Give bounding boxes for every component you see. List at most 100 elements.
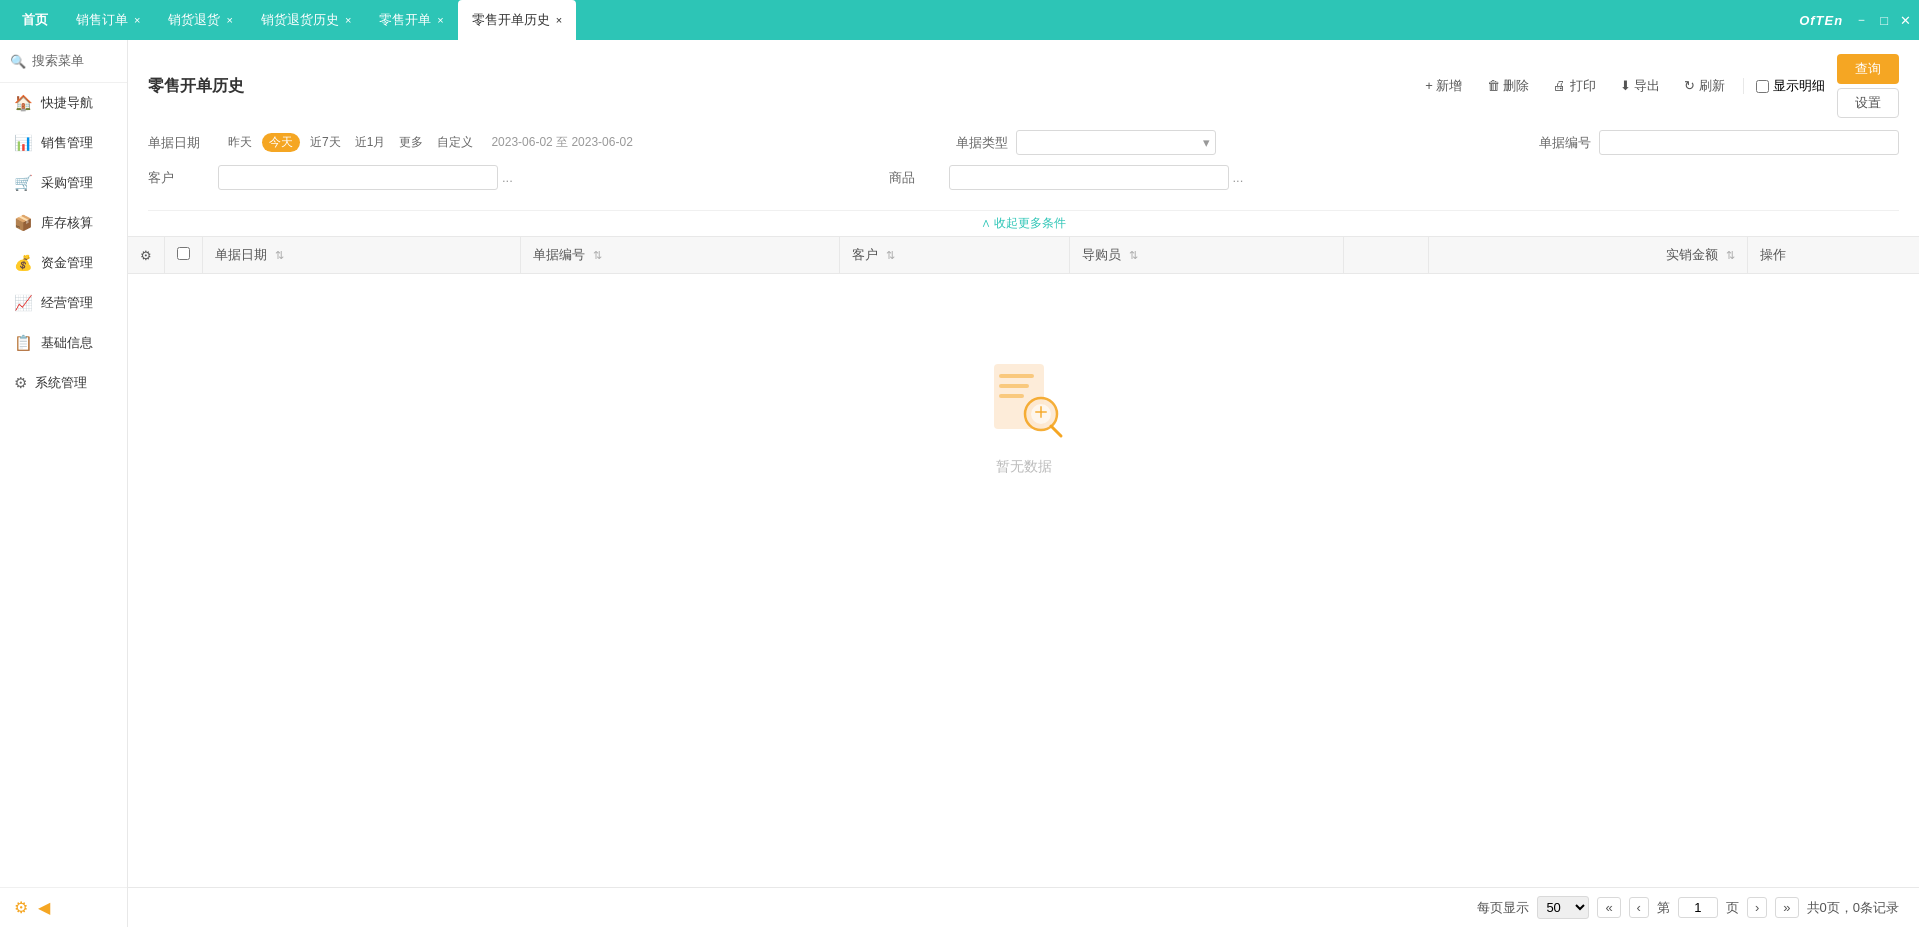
tab-retail-history-close[interactable]: × — [556, 14, 562, 26]
th-date-sort-icon[interactable]: ⇅ — [275, 249, 284, 261]
tab-retail-open-close[interactable]: × — [437, 14, 443, 26]
toolbar-divider — [1743, 78, 1744, 94]
sidebar-item-purchase-mgmt[interactable]: 🛒 采购管理 — [0, 163, 127, 203]
collapse-label: ∧ 收起更多条件 — [981, 216, 1066, 230]
date-btn-last7[interactable]: 近7天 — [306, 133, 345, 152]
tab-sales-return[interactable]: 销货退货 × — [154, 0, 246, 40]
per-page-label: 每页显示 — [1477, 899, 1529, 917]
sidebar-item-sales-mgmt[interactable]: 📊 销售管理 — [0, 123, 127, 163]
table-header-row: ⚙ 单据日期 ⇅ 单据编号 ⇅ — [128, 237, 1919, 274]
th-amount-sort-icon[interactable]: ⇅ — [1726, 249, 1735, 261]
tab-home[interactable]: 首页 — [8, 0, 62, 40]
page-title-row: 零售开单历史 + 新增 🗑 删除 🖨 打印 ⬇ 导出 ↻ 刷新 显示明细 查询 … — [148, 54, 1899, 118]
first-page-button[interactable]: « — [1597, 897, 1620, 918]
sidebar-item-system-mgmt[interactable]: ⚙ 系统管理 — [0, 363, 127, 403]
collapse-sidebar-icon[interactable]: ◀ — [38, 898, 50, 917]
th-action: 操作 — [1747, 237, 1919, 274]
goods-dots[interactable]: ... — [1233, 170, 1244, 185]
display-detail-checkbox[interactable] — [1756, 80, 1769, 93]
th-guide-sort-icon[interactable]: ⇅ — [1129, 249, 1138, 261]
select-all-checkbox[interactable] — [177, 247, 190, 260]
filter-area: 单据日期 昨天 今天 近7天 近1月 更多 自定义 2023-06-02 至 2… — [148, 130, 1899, 210]
date-btn-more[interactable]: 更多 — [395, 133, 427, 152]
th-spacer — [1344, 237, 1429, 274]
sidebar-item-inventory[interactable]: 📦 库存核算 — [0, 203, 127, 243]
svg-line-6 — [1051, 426, 1061, 436]
filter-row-2: 客户 ... 商品 ... — [148, 165, 1899, 190]
th-guide-label: 导购员 — [1082, 247, 1121, 262]
empty-state: 暂无数据 — [128, 274, 1919, 556]
th-customer-sort-icon[interactable]: ⇅ — [886, 249, 895, 261]
goods-input[interactable] — [949, 165, 1229, 190]
maximize-btn[interactable]: □ — [1880, 13, 1888, 28]
tab-sales-return-history[interactable]: 销货退货历史 × — [247, 0, 365, 40]
tab-home-label: 首页 — [22, 11, 48, 29]
page-title: 零售开单历史 — [148, 76, 244, 97]
per-page-select[interactable]: 50 10 20 100 — [1537, 896, 1589, 919]
query-button[interactable]: 查询 — [1837, 54, 1899, 84]
th-customer[interactable]: 客户 ⇅ — [839, 237, 1069, 274]
sidebar-item-finance-mgmt-label: 资金管理 — [41, 254, 93, 272]
date-range-display: 2023-06-02 至 2023-06-02 — [491, 134, 632, 151]
delete-button[interactable]: 🗑 删除 — [1481, 73, 1536, 99]
date-quick-btns: 昨天 今天 近7天 近1月 更多 自定义 2023-06-02 至 2023-0… — [224, 133, 633, 152]
settings-bottom-icon[interactable]: ⚙ — [14, 898, 28, 917]
date-btn-today[interactable]: 今天 — [262, 133, 300, 152]
system-mgmt-icon: ⚙ — [14, 374, 27, 392]
date-btn-custom[interactable]: 自定义 — [433, 133, 477, 152]
prev-page-button[interactable]: ‹ — [1629, 897, 1649, 918]
tab-retail-history[interactable]: 零售开单历史 × — [458, 0, 576, 40]
tab-sales-order-close[interactable]: × — [134, 14, 140, 26]
export-button[interactable]: ⬇ 导出 — [1614, 73, 1667, 99]
tab-sales-order[interactable]: 销售订单 × — [62, 0, 154, 40]
print-button[interactable]: 🖨 打印 — [1547, 73, 1602, 99]
date-btn-last-month[interactable]: 近1月 — [351, 133, 390, 152]
customer-input[interactable] — [218, 165, 498, 190]
pagination-bar: 每页显示 50 10 20 100 « ‹ 第 页 › » 共0页，0条记录 — [128, 887, 1919, 927]
th-no-sort-icon[interactable]: ⇅ — [593, 249, 602, 261]
svg-rect-3 — [999, 394, 1024, 398]
svg-rect-1 — [999, 374, 1034, 378]
sidebar-search[interactable]: 🔍 搜索菜单 — [0, 40, 127, 83]
th-amount[interactable]: 实销金额 ⇅ — [1429, 237, 1747, 274]
collapse-bar[interactable]: ∧ 收起更多条件 — [148, 210, 1899, 236]
sidebar-item-quick-nav[interactable]: 🏠 快捷导航 — [0, 83, 127, 123]
th-customer-label: 客户 — [852, 247, 878, 262]
minimize-btn[interactable]: － — [1855, 11, 1868, 29]
empty-text: 暂无数据 — [996, 458, 1052, 476]
settings-icon[interactable]: ⚙ — [140, 248, 152, 263]
display-detail-toggle[interactable]: 显示明细 — [1756, 77, 1825, 95]
th-date[interactable]: 单据日期 ⇅ — [203, 237, 521, 274]
settings-button[interactable]: 设置 — [1837, 88, 1899, 118]
th-settings[interactable]: ⚙ — [128, 237, 165, 274]
sidebar-item-finance-mgmt[interactable]: 💰 资金管理 — [0, 243, 127, 283]
customer-label: 客户 — [148, 169, 218, 187]
doc-type-select[interactable] — [1016, 130, 1216, 155]
sales-mgmt-icon: 📊 — [14, 134, 33, 152]
page-number-input[interactable] — [1678, 897, 1718, 918]
sidebar-item-basic-info-label: 基础信息 — [41, 334, 93, 352]
tab-sales-return-close[interactable]: × — [226, 14, 232, 26]
next-page-button[interactable]: › — [1747, 897, 1767, 918]
goods-label: 商品 — [889, 169, 949, 187]
refresh-button[interactable]: ↻ 刷新 — [1678, 73, 1731, 99]
date-btn-yesterday[interactable]: 昨天 — [224, 133, 256, 152]
customer-dots[interactable]: ... — [502, 170, 513, 185]
last-page-button[interactable]: » — [1775, 897, 1798, 918]
sidebar-item-operation-mgmt[interactable]: 📈 经营管理 — [0, 283, 127, 323]
close-btn[interactable]: ✕ — [1900, 13, 1911, 28]
tab-sales-return-history-close[interactable]: × — [345, 14, 351, 26]
tab-retail-open[interactable]: 零售开单 × — [365, 0, 457, 40]
th-no[interactable]: 单据编号 ⇅ — [521, 237, 839, 274]
sidebar-item-quick-nav-label: 快捷导航 — [41, 94, 93, 112]
total-label: 共0页，0条记录 — [1807, 899, 1899, 917]
th-check[interactable] — [165, 237, 203, 274]
sidebar-item-sales-mgmt-label: 销售管理 — [41, 134, 93, 152]
th-guide[interactable]: 导购员 ⇅ — [1069, 237, 1343, 274]
doc-no-input[interactable] — [1599, 130, 1899, 155]
sidebar-item-inventory-label: 库存核算 — [41, 214, 93, 232]
tab-retail-open-label: 零售开单 — [379, 11, 431, 29]
add-button[interactable]: + 新增 — [1419, 73, 1468, 99]
purchase-mgmt-icon: 🛒 — [14, 174, 33, 192]
sidebar-item-basic-info[interactable]: 📋 基础信息 — [0, 323, 127, 363]
